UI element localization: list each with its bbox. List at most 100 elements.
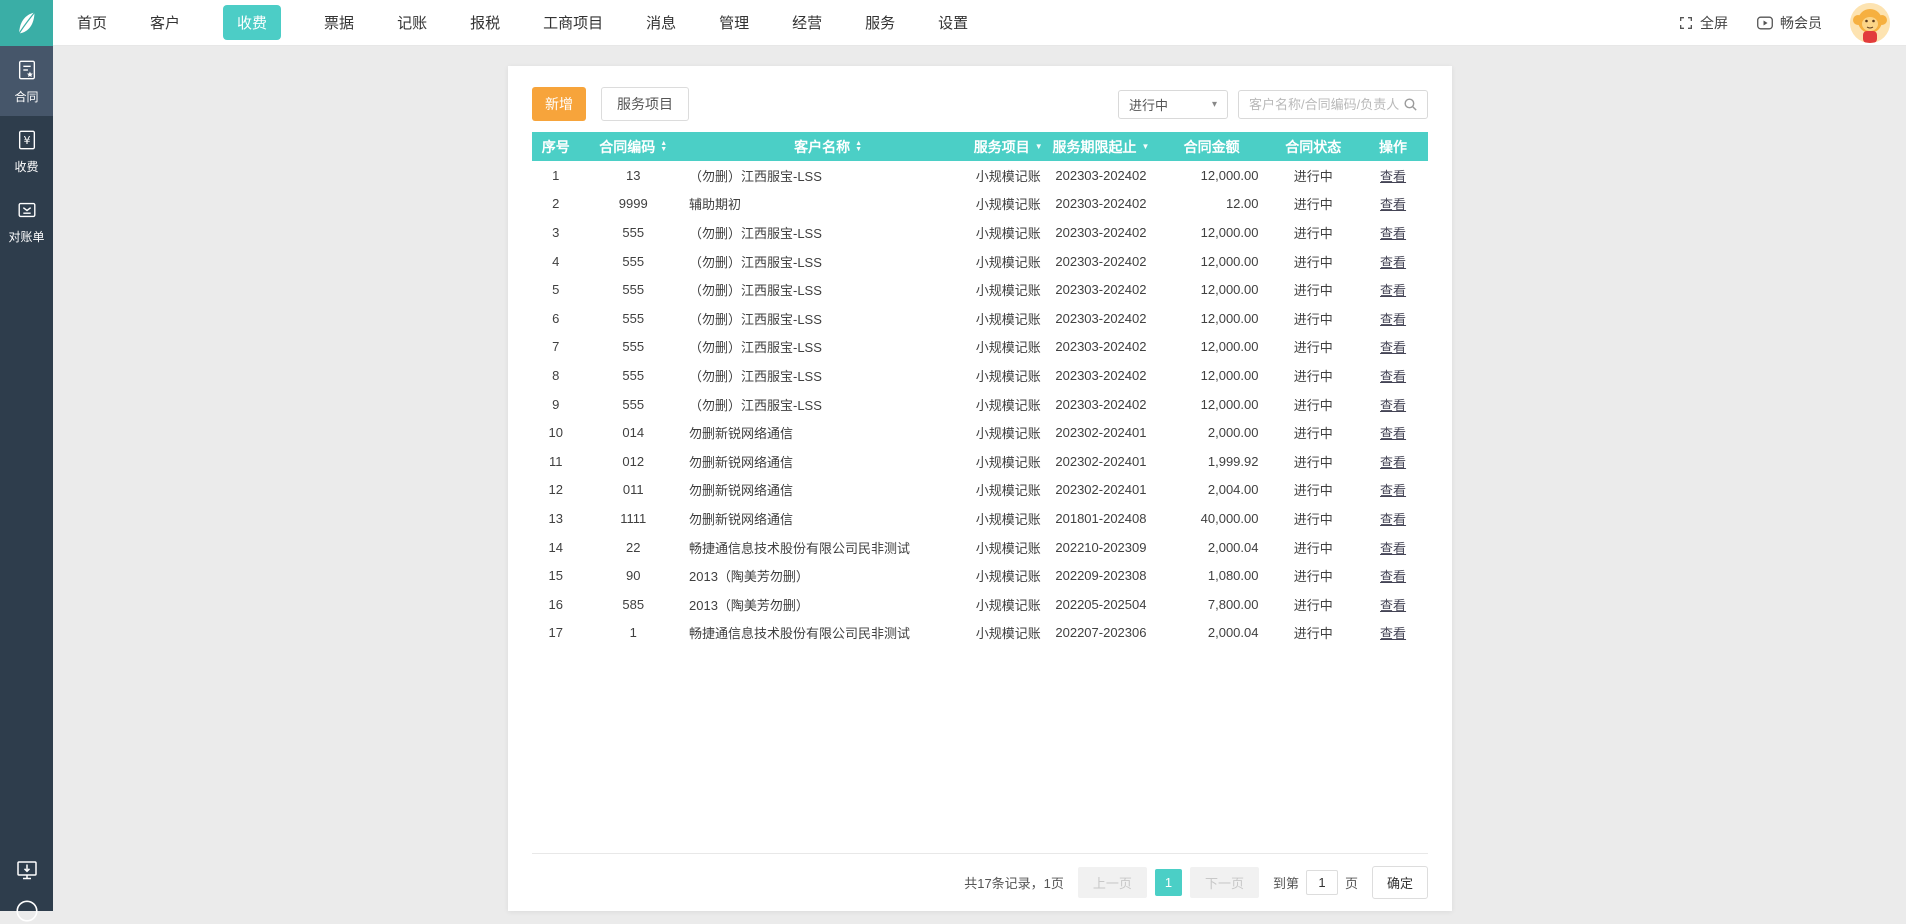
- nav-item-charging[interactable]: 收费: [223, 5, 282, 40]
- actions-cell: 查看: [1358, 333, 1428, 362]
- table-cell: 1,999.92: [1207, 453, 1259, 469]
- table-cell: 3: [552, 224, 560, 240]
- prev-page-button[interactable]: 上一页: [1077, 867, 1147, 898]
- table-cell: 进行中: [1293, 283, 1333, 299]
- table-cell: 进行中: [1293, 254, 1333, 270]
- table-cell: 201801-202408: [1055, 510, 1147, 526]
- view-link[interactable]: 查看: [1380, 369, 1406, 384]
- fullscreen-button[interactable]: 全屏: [1678, 13, 1728, 33]
- table-cell: 12,000.00: [1200, 167, 1259, 183]
- table-cell: 15: [548, 568, 563, 584]
- nav-item-invoices[interactable]: 票据: [324, 12, 354, 33]
- table-cell: （勿删）江西服宝-LSS: [689, 311, 822, 327]
- table-cell: 畅捷通信息技术股份有限公司民非测试: [689, 626, 911, 642]
- nav-item-bookkeeping[interactable]: 记账: [397, 12, 427, 33]
- help-headset-icon[interactable]: [14, 898, 40, 924]
- view-link[interactable]: 查看: [1380, 226, 1406, 241]
- nav-item-operations[interactable]: 经营: [792, 12, 822, 33]
- view-link[interactable]: 查看: [1380, 426, 1406, 441]
- table-row: 1 13 （勿删）江西服宝-LSS 小规模记账 202303-202402 12,000.…: [532, 161, 1428, 190]
- download-client-icon[interactable]: [15, 858, 39, 882]
- nav-item-tax[interactable]: 报税: [470, 12, 500, 33]
- table-cell: 小规模记账: [975, 340, 1041, 356]
- table-cell: 012: [622, 453, 645, 469]
- table-cell: 16: [548, 596, 563, 612]
- table-cell: 014: [622, 425, 645, 441]
- view-link[interactable]: 查看: [1380, 398, 1406, 413]
- current-page-indicator[interactable]: 1: [1154, 869, 1182, 896]
- nav-item-services[interactable]: 服务: [865, 12, 895, 33]
- view-link[interactable]: 查看: [1380, 197, 1406, 212]
- status-filter-select[interactable]: 进行中 ▾: [1118, 89, 1228, 119]
- table-cell: 5: [552, 282, 560, 298]
- table-cell: 进行中: [1293, 454, 1333, 470]
- filter-caret-icon[interactable]: ▼: [1141, 142, 1149, 151]
- top-nav: 首页 客户 收费 票据 记账 报税 工商项目 消息 管理 经营 服务 设置: [77, 5, 968, 40]
- sort-icon[interactable]: ▲ ▼: [660, 140, 667, 153]
- search-input[interactable]: [1249, 96, 1402, 112]
- table-cell: 勿删新锐网络通信: [689, 511, 794, 527]
- add-contract-button[interactable]: 新增: [532, 87, 586, 121]
- toolbar-filters: 进行中 ▾: [1118, 89, 1428, 119]
- next-page-button[interactable]: 下一页: [1189, 867, 1259, 898]
- search-icon[interactable]: [1402, 96, 1419, 113]
- sidebar-item-label: 对账单: [8, 230, 45, 244]
- table-row: 15 90 2013（陶美芳勿删） 小规模记账 202209-202308 1,080.0…: [532, 561, 1428, 590]
- user-avatar[interactable]: [1850, 2, 1890, 43]
- view-link[interactable]: 查看: [1380, 312, 1406, 327]
- table-row: 13 1111 勿删新锐网络通信 小规模记账 201801-202408 40,000.0…: [532, 504, 1428, 533]
- table-cell: 4: [552, 253, 560, 269]
- table-cell: 2,000.04: [1207, 625, 1259, 641]
- member-button[interactable]: 畅会员: [1756, 13, 1822, 33]
- table-cell: 小规模记账: [975, 511, 1041, 527]
- view-link[interactable]: 查看: [1380, 455, 1406, 470]
- fullscreen-icon: [1678, 15, 1694, 31]
- top-bar: 首页 客户 收费 票据 记账 报税 工商项目 消息 管理 经营 服务 设置 全屏: [0, 0, 1906, 46]
- view-link[interactable]: 查看: [1380, 512, 1406, 527]
- table-cell: 小规模记账: [975, 597, 1041, 613]
- goto-prefix-label: 到第: [1272, 876, 1299, 891]
- goto-confirm-button[interactable]: 确定: [1371, 866, 1428, 899]
- nav-item-business-projects[interactable]: 工商项目: [543, 12, 603, 33]
- column-header-seq: 序号: [532, 132, 580, 161]
- view-link[interactable]: 查看: [1380, 598, 1406, 613]
- video-member-icon: [1756, 15, 1774, 31]
- table-row: 6 555 （勿删）江西服宝-LSS 小规模记账 202303-202402 12,000…: [532, 304, 1428, 333]
- view-link[interactable]: 查看: [1380, 626, 1406, 641]
- view-link[interactable]: 查看: [1380, 541, 1406, 556]
- table-cell: 小规模记账: [975, 225, 1041, 241]
- view-link[interactable]: 查看: [1380, 483, 1406, 498]
- app-logo[interactable]: [0, 0, 53, 46]
- goto-page-input[interactable]: [1305, 870, 1338, 895]
- nav-item-settings[interactable]: 设置: [938, 12, 968, 33]
- nav-item-messages[interactable]: 消息: [646, 12, 676, 33]
- table-row: 2 9999 辅助期初 小规模记账 202303-202402 12.00 进行中 查看: [532, 190, 1428, 219]
- table-cell: 202209-202308: [1055, 568, 1147, 584]
- table-cell: 202207-202306: [1055, 625, 1147, 641]
- sidebar-item-contracts[interactable]: 合同: [0, 46, 53, 116]
- table-cell: 进行中: [1293, 511, 1333, 527]
- view-link[interactable]: 查看: [1380, 283, 1406, 298]
- service-items-button[interactable]: 服务项目: [601, 87, 689, 121]
- table-cell: 小规模记账: [975, 197, 1041, 213]
- table-cell: 14: [548, 539, 563, 555]
- view-link[interactable]: 查看: [1380, 255, 1406, 270]
- table-cell: 202303-202402: [1055, 224, 1147, 240]
- sidebar-item-statements[interactable]: 对账单: [0, 186, 53, 256]
- nav-item-home[interactable]: 首页: [77, 12, 107, 33]
- table-cell: 小规模记账: [975, 368, 1041, 384]
- actions-cell: 查看: [1358, 504, 1428, 533]
- table-cell: 小规模记账: [975, 397, 1041, 413]
- nav-item-management[interactable]: 管理: [719, 12, 749, 33]
- view-link[interactable]: 查看: [1380, 340, 1406, 355]
- filter-caret-icon[interactable]: ▼: [1035, 142, 1043, 151]
- table-row: 11 012 勿删新锐网络通信 小规模记账 202302-202401 1,999.92 进…: [532, 447, 1428, 476]
- nav-item-customers[interactable]: 客户: [150, 12, 180, 33]
- sort-icon[interactable]: ▲ ▼: [855, 140, 862, 153]
- view-link[interactable]: 查看: [1380, 569, 1406, 584]
- table-cell: （勿删）江西服宝-LSS: [689, 368, 822, 384]
- table-cell: 555: [622, 367, 645, 383]
- sidebar-item-charging[interactable]: ¥ 收费: [0, 116, 53, 186]
- table-cell: 12,000.00: [1200, 396, 1259, 412]
- view-link[interactable]: 查看: [1380, 169, 1406, 184]
